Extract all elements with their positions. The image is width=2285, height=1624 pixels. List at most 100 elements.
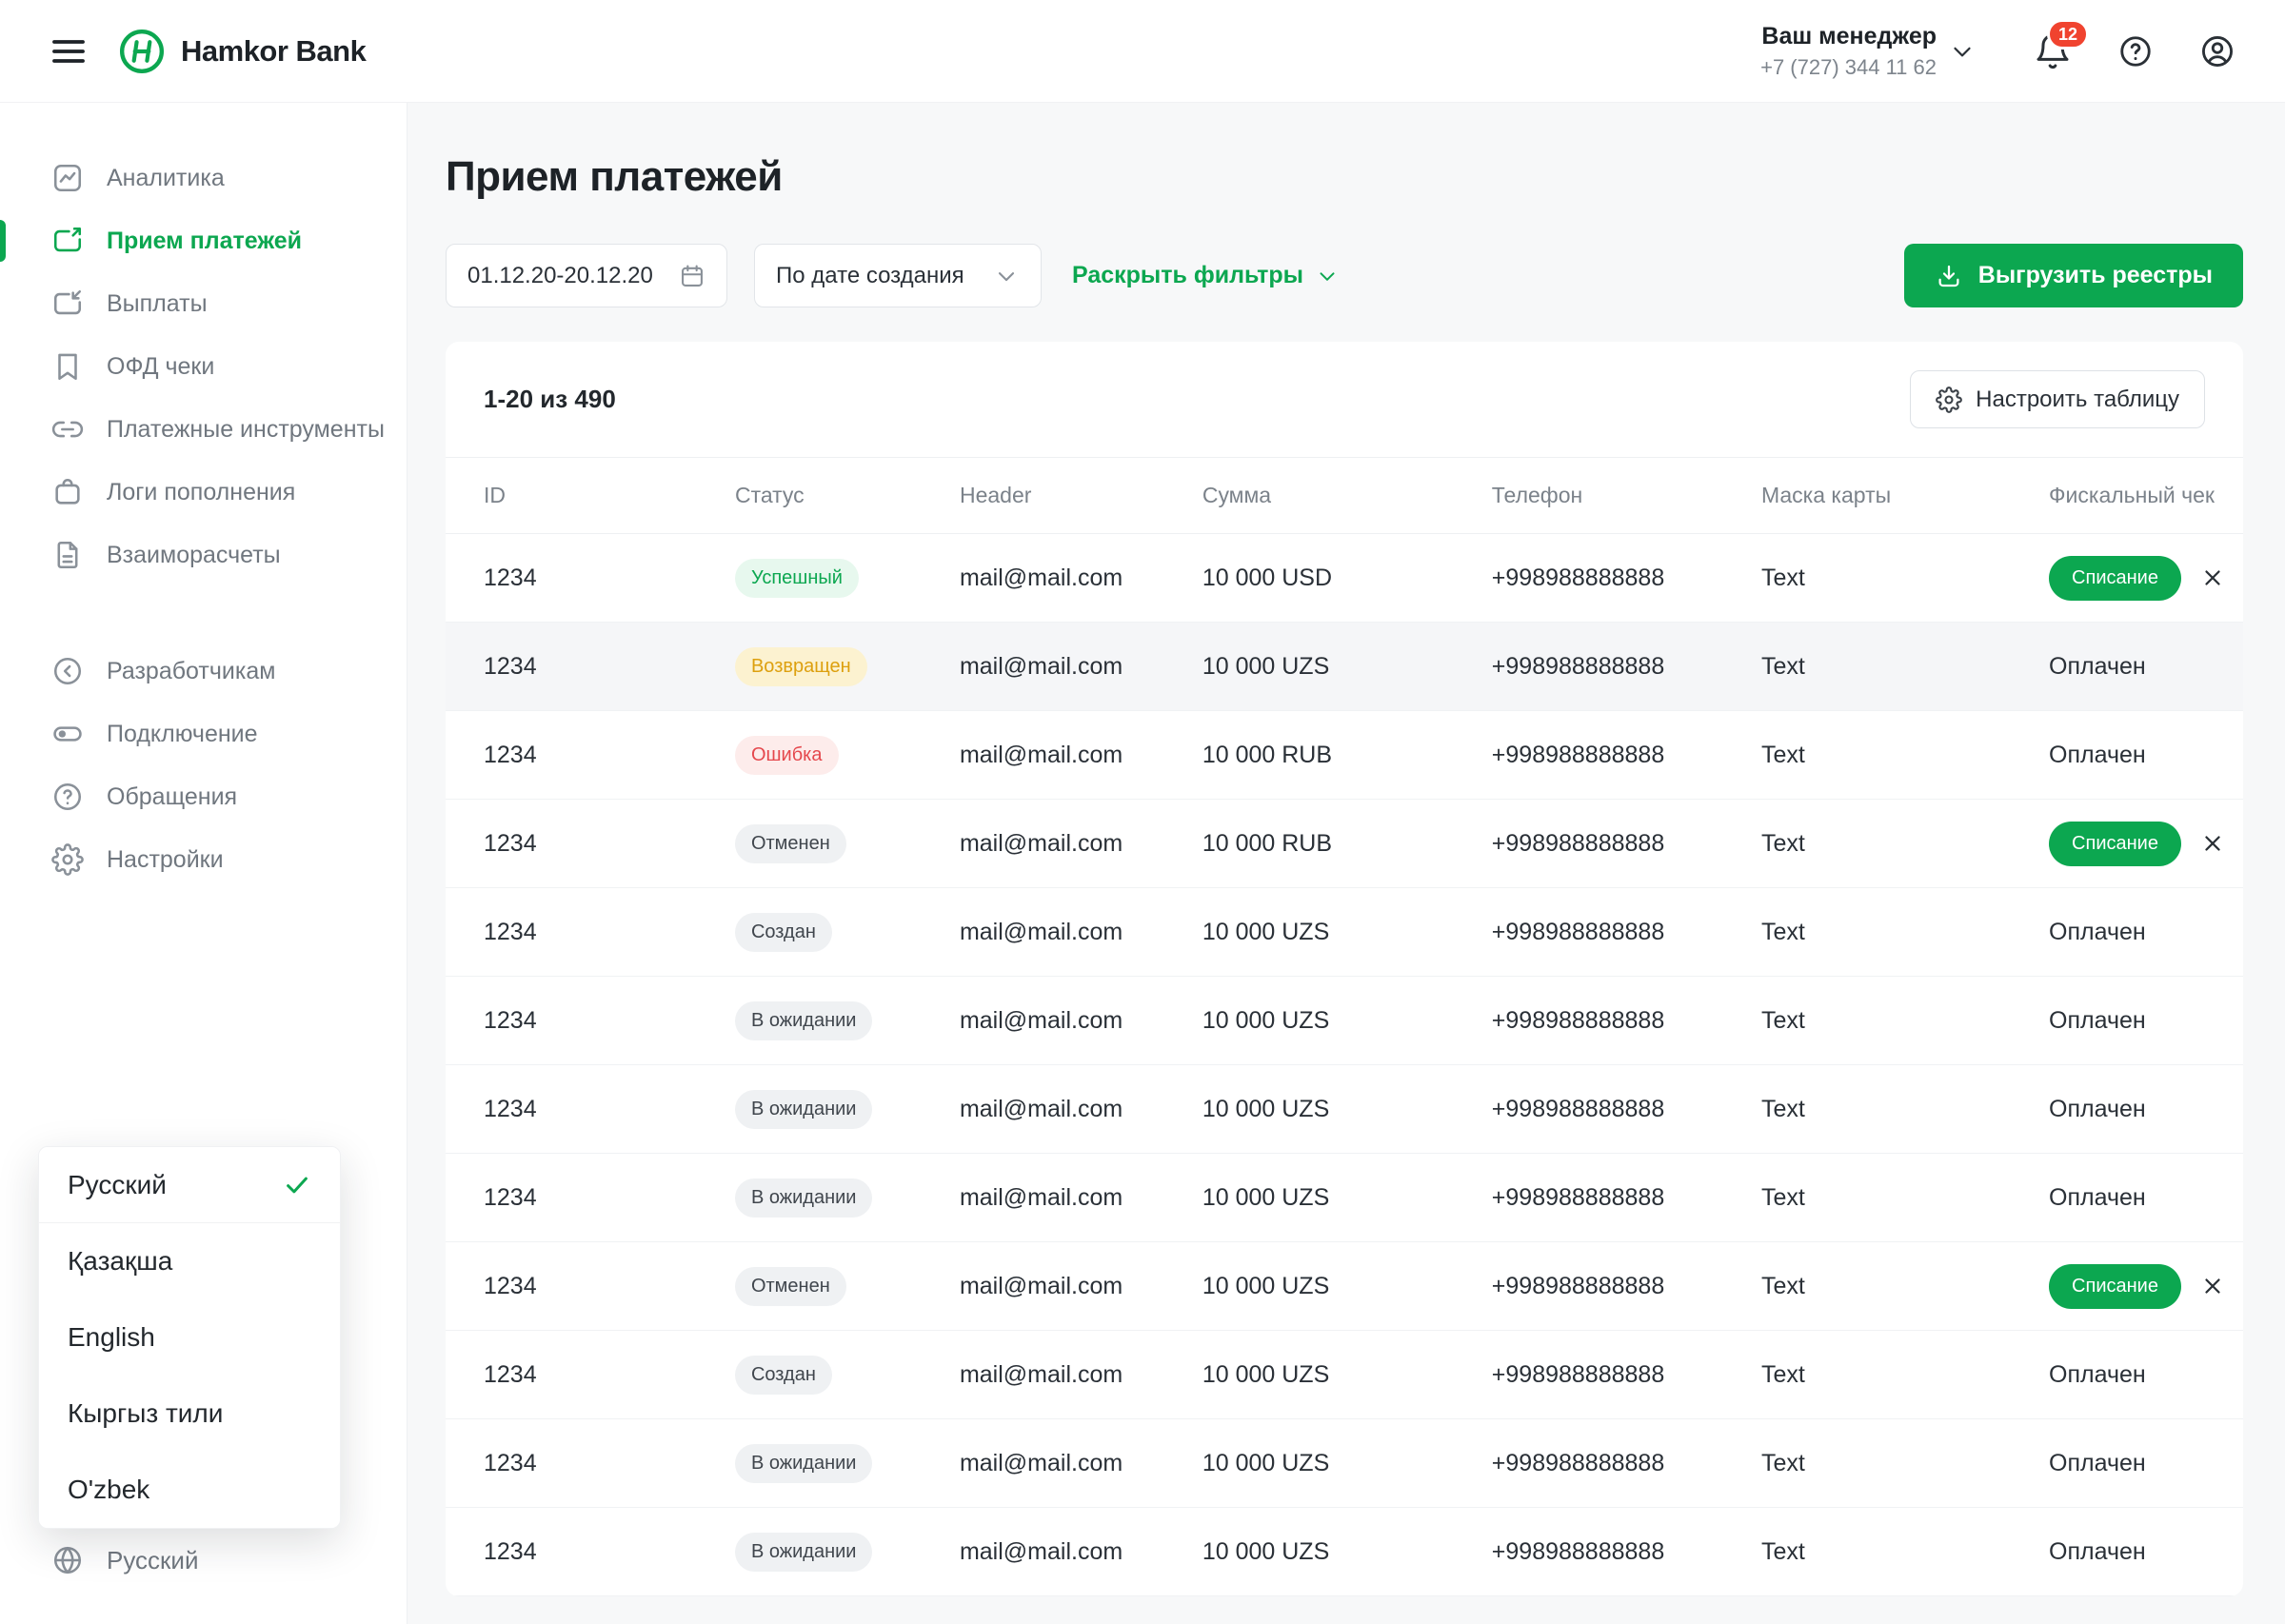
table-row[interactable]: 1234В ожиданииmail@mail.com10 000 UZS+99… (446, 1508, 2243, 1596)
help-icon[interactable] (2117, 33, 2154, 69)
cell-header: mail@mail.com (960, 800, 1202, 888)
cell-amount: 10 000 USD (1202, 534, 1492, 623)
table-row[interactable]: 1234Созданmail@mail.com10 000 UZS+998988… (446, 888, 2243, 977)
menu-icon[interactable] (50, 32, 88, 70)
status-badge: В ожидании (735, 1533, 873, 1572)
cell-header: mail@mail.com (960, 1154, 1202, 1242)
sidebar-item-ofd-receipts[interactable]: ОФД чеки (0, 335, 407, 398)
cell-status: В ожидании (735, 977, 960, 1065)
status-badge: Отменен (735, 824, 846, 863)
table-row[interactable]: 1234Отмененmail@mail.com10 000 RUB+99898… (446, 800, 2243, 888)
cell-amount: 10 000 UZS (1202, 1154, 1492, 1242)
cell-phone: +998988888888 (1492, 800, 1761, 888)
sidebar-item-developers[interactable]: Разработчикам (0, 640, 407, 703)
cell-status: Успешный (735, 534, 960, 623)
date-range-input[interactable]: 01.12.20-20.12.20 (446, 244, 727, 307)
cell-status: Создан (735, 1331, 960, 1419)
table-row[interactable]: 1234В ожиданииmail@mail.com10 000 UZS+99… (446, 1065, 2243, 1154)
language-option-label: O'zbek (68, 1475, 149, 1505)
table-row[interactable]: 1234Созданmail@mail.com10 000 UZS+998988… (446, 1331, 2243, 1419)
fiscal-action-button[interactable]: Списание (2049, 1264, 2181, 1309)
cell-phone: +998988888888 (1492, 623, 1761, 711)
cell-id: 1234 (446, 1242, 735, 1331)
remove-icon[interactable] (2200, 565, 2225, 590)
remove-icon[interactable] (2200, 831, 2225, 856)
table-row[interactable]: 1234Возвращенmail@mail.com10 000 UZS+998… (446, 623, 2243, 711)
cell-status: В ожидании (735, 1065, 960, 1154)
cell-fiscal: Оплачен (2049, 1508, 2243, 1596)
sidebar-item-analytics[interactable]: Аналитика (0, 147, 407, 209)
language-option-label: Кыргыз тили (68, 1398, 223, 1429)
language-option[interactable]: Қазақша (39, 1223, 340, 1299)
language-option[interactable]: English (39, 1299, 340, 1376)
sidebar-item-settings[interactable]: Настройки (0, 828, 407, 891)
cell-phone: +998988888888 (1492, 711, 1761, 800)
fiscal-action-button[interactable]: Списание (2049, 822, 2181, 866)
cell-status: Создан (735, 888, 960, 977)
fiscal-status: Оплачен (2049, 919, 2146, 945)
notification-count-badge: 12 (2047, 19, 2089, 50)
remove-icon[interactable] (2200, 1274, 2225, 1298)
configure-table-label: Настроить таблицу (1976, 386, 2179, 413)
cell-header: mail@mail.com (960, 888, 1202, 977)
header-actions: Ваш менеджер +7 (727) 344 11 62 12 (1760, 23, 2235, 80)
fiscal-status: Оплачен (2049, 1007, 2146, 1034)
fiscal-status: Оплачен (2049, 1361, 2146, 1388)
export-registries-button[interactable]: Выгрузить реестры (1904, 244, 2243, 307)
sidebar-item-label: Прием платежей (107, 228, 302, 255)
cell-card-mask: Text (1761, 1154, 2049, 1242)
sort-select-value: По дате создания (776, 263, 964, 289)
language-option[interactable]: O'zbek (39, 1452, 340, 1528)
sidebar-item-top-up-logs[interactable]: Логи пополнения (0, 461, 407, 524)
sidebar-item-incoming-payments[interactable]: Прием платежей (0, 209, 407, 272)
column-header: Маска карты (1761, 458, 2049, 534)
language-switcher[interactable]: Русский (0, 1544, 407, 1576)
bank-logo-icon (118, 28, 166, 75)
status-badge: Возвращен (735, 647, 867, 686)
table-row[interactable]: 1234В ожиданииmail@mail.com10 000 UZS+99… (446, 977, 2243, 1065)
manager-info[interactable]: Ваш менеджер +7 (727) 344 11 62 (1760, 23, 1937, 80)
fiscal-action-button[interactable]: Списание (2049, 556, 2181, 601)
status-badge: Отменен (735, 1267, 846, 1306)
cell-amount: 10 000 RUB (1202, 800, 1492, 888)
cell-status: В ожидании (735, 1154, 960, 1242)
sort-select[interactable]: По дате создания (754, 244, 1042, 307)
sidebar-item-settlements[interactable]: Взаиморасчеты (0, 524, 407, 586)
language-option-label: English (68, 1322, 155, 1353)
sidebar-item-connection[interactable]: Подключение (0, 703, 407, 765)
status-badge: Ошибка (735, 736, 839, 775)
sidebar: Аналитика Прием платежей ВыплатыОФД чекиПл… (0, 103, 407, 1624)
status-badge: В ожидании (735, 1178, 873, 1218)
table-row[interactable]: 1234Отмененmail@mail.com10 000 UZS+99898… (446, 1242, 2243, 1331)
cell-header: mail@mail.com (960, 1419, 1202, 1508)
cell-card-mask: Text (1761, 711, 2049, 800)
cell-amount: 10 000 UZS (1202, 888, 1492, 977)
column-header: Сумма (1202, 458, 1492, 534)
table-row[interactable]: 1234Ошибкаmail@mail.com10 000 RUB+998988… (446, 711, 2243, 800)
table-row[interactable]: 1234Успешныйmail@mail.com10 000 USD+9989… (446, 534, 2243, 623)
language-option[interactable]: Русский (39, 1147, 340, 1223)
sidebar-item-payment-instruments[interactable]: Платежные инструменты (0, 398, 407, 461)
sidebar-item-label: Аналитика (107, 165, 225, 192)
sidebar-item-label: Обращения (107, 783, 237, 811)
status-badge: В ожидании (735, 1444, 873, 1483)
cell-card-mask: Text (1761, 1065, 2049, 1154)
cell-phone: +998988888888 (1492, 1419, 1761, 1508)
profile-icon[interactable] (2199, 33, 2235, 69)
cell-id: 1234 (446, 1419, 735, 1508)
cell-status: Отменен (735, 800, 960, 888)
sidebar-nav-secondary: РазработчикамПодключение Обращения Настрой… (0, 640, 407, 891)
table-row[interactable]: 1234В ожиданииmail@mail.com10 000 UZS+99… (446, 1154, 2243, 1242)
notifications-button[interactable]: 12 (2034, 32, 2072, 70)
configure-table-button[interactable]: Настроить таблицу (1910, 370, 2205, 428)
expand-filters-link[interactable]: Раскрыть фильтры (1072, 262, 1340, 289)
table-row[interactable]: 1234В ожиданииmail@mail.com10 000 UZS+99… (446, 1419, 2243, 1508)
language-option[interactable]: Кыргыз тили (39, 1376, 340, 1452)
calendar-icon (679, 263, 705, 289)
chevron-down-icon[interactable] (1948, 37, 1977, 66)
sidebar-item-payouts[interactable]: Выплаты (0, 272, 407, 335)
cell-header: mail@mail.com (960, 1508, 1202, 1596)
sidebar-item-support[interactable]: Обращения (0, 765, 407, 828)
ofd-receipts-icon (51, 350, 84, 383)
fiscal-status: Оплачен (2049, 1538, 2146, 1565)
